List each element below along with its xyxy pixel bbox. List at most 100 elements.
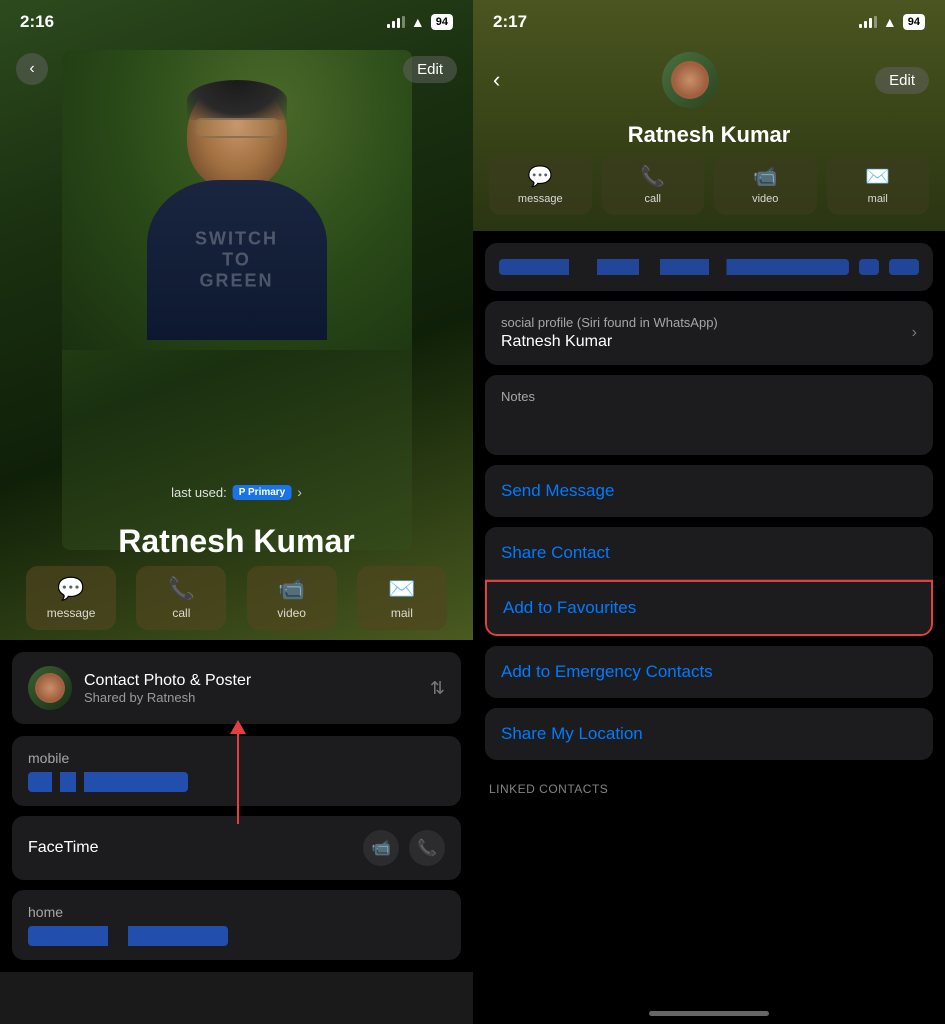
poster-avatar-image xyxy=(35,673,65,703)
right-wifi-icon: ▲ xyxy=(883,14,897,30)
hero-message-button[interactable]: 💬 message xyxy=(26,566,116,630)
right-edit-button[interactable]: Edit xyxy=(875,67,929,94)
arrow-line xyxy=(237,734,239,824)
send-message-text: Send Message xyxy=(501,481,614,500)
hero-call-button[interactable]: 📞 call xyxy=(136,566,226,630)
right-back-button[interactable]: ‹ xyxy=(489,63,504,97)
share-favourites-section: Share Contact Add to Favourites xyxy=(485,527,933,636)
poster-arrow-icon: ⇅ xyxy=(430,678,445,699)
left-battery: 94 xyxy=(431,14,453,30)
facetime-row: FaceTime 📹 📞 xyxy=(12,816,461,880)
right-call-button[interactable]: 📞 call xyxy=(602,154,705,215)
right-message-label: message xyxy=(518,193,563,205)
right-message-icon: 💬 xyxy=(528,164,553,189)
facetime-icons: 📹 📞 xyxy=(363,830,445,866)
social-profile-row[interactable]: social profile (Siri found in WhatsApp) … xyxy=(485,301,933,365)
home-indicator xyxy=(649,1011,769,1016)
hero-contact-name: Ratnesh Kumar xyxy=(0,523,473,560)
home-value-blur xyxy=(28,926,228,946)
hero-message-label: message xyxy=(47,606,96,620)
hero-message-icon: 💬 xyxy=(57,576,84,602)
left-signal xyxy=(387,16,405,28)
left-edit-button[interactable]: Edit xyxy=(403,56,457,83)
share-location-text: Share My Location xyxy=(501,724,643,743)
hero-call-label: call xyxy=(172,606,190,620)
right-mail-icon: ✉️ xyxy=(865,164,890,189)
person-head xyxy=(187,80,287,190)
send-message-section: Send Message xyxy=(485,465,933,517)
poster-text: Contact Photo & Poster Shared by Ratnesh xyxy=(84,672,251,705)
hero-action-buttons: 💬 message 📞 call 📹 video ✉️ mail xyxy=(0,566,473,630)
signal-bar-r1 xyxy=(859,24,862,28)
hero-video-label: video xyxy=(277,606,306,620)
facetime-video-button[interactable]: 📹 xyxy=(363,830,399,866)
signal-bar-4 xyxy=(402,16,405,28)
share-contact-row[interactable]: Share Contact xyxy=(485,527,933,579)
facetime-call-button[interactable]: 📞 xyxy=(409,830,445,866)
home-field[interactable]: home xyxy=(12,890,461,960)
arrow-annotation xyxy=(230,720,246,824)
hero-call-icon: 📞 xyxy=(168,576,195,602)
add-to-favourites-text: Add to Favourites xyxy=(503,598,636,617)
right-header: 2:17 ▲ 94 ‹ Edit Ratnesh Kumar xyxy=(473,0,945,231)
hero-video-button[interactable]: 📹 video xyxy=(247,566,337,630)
share-location-row[interactable]: Share My Location xyxy=(485,708,933,760)
right-action-buttons: 💬 message 📞 call 📹 video ✉️ mail xyxy=(473,154,945,215)
contact-hero: SWITCHTOGREEN 2:16 ▲ 94 ‹ xyxy=(0,0,473,640)
social-profile-text: social profile (Siri found in WhatsApp) … xyxy=(501,315,718,351)
hero-mail-icon: ✉️ xyxy=(388,576,415,602)
right-video-button[interactable]: 📹 video xyxy=(714,154,817,215)
right-time: 2:17 xyxy=(493,12,527,32)
right-panel: 2:17 ▲ 94 ‹ Edit Ratnesh Kumar xyxy=(473,0,945,1024)
add-to-emergency-row[interactable]: Add to Emergency Contacts xyxy=(485,646,933,698)
share-location-section: Share My Location xyxy=(485,708,933,760)
hero-video-icon: 📹 xyxy=(278,576,305,602)
social-profile-title: social profile (Siri found in WhatsApp) xyxy=(501,315,718,330)
left-status-icons: ▲ 94 xyxy=(387,14,453,30)
left-wifi-icon: ▲ xyxy=(411,14,425,30)
blurred-phone-row xyxy=(485,243,933,291)
signal-bar-r4 xyxy=(874,16,877,28)
right-avatar-image xyxy=(671,61,709,99)
right-message-button[interactable]: 💬 message xyxy=(489,154,592,215)
phone-blur-1 xyxy=(499,259,849,275)
contact-poster-row[interactable]: Contact Photo & Poster Shared by Ratnesh… xyxy=(12,652,461,724)
social-profile-value: Ratnesh Kumar xyxy=(501,333,718,351)
last-used-badge: last used: P Primary › xyxy=(171,484,302,500)
add-to-emergency-text: Add to Emergency Contacts xyxy=(501,662,713,681)
signal-bar-3 xyxy=(397,18,400,28)
hero-mail-button[interactable]: ✉️ mail xyxy=(357,566,447,630)
notes-label: Notes xyxy=(501,389,917,404)
facetime-label: FaceTime xyxy=(28,839,99,857)
notes-row[interactable]: Notes xyxy=(485,375,933,455)
poster-title: Contact Photo & Poster xyxy=(84,672,251,690)
right-mail-label: mail xyxy=(868,193,888,205)
right-avatar xyxy=(662,52,718,108)
right-video-label: video xyxy=(752,193,778,205)
signal-bar-2 xyxy=(392,21,395,28)
home-label: home xyxy=(28,904,445,920)
right-signal xyxy=(859,16,877,28)
signal-bar-r3 xyxy=(869,18,872,28)
left-status-bar: 2:16 ▲ 94 xyxy=(0,0,473,44)
right-call-icon: 📞 xyxy=(640,164,665,189)
right-nav: ‹ Edit xyxy=(473,44,945,116)
right-battery: 94 xyxy=(903,14,925,30)
social-profile-chevron-icon: › xyxy=(912,324,917,342)
primary-badge: P Primary xyxy=(233,485,292,500)
signal-bar-r2 xyxy=(864,21,867,28)
right-video-icon: 📹 xyxy=(753,164,778,189)
phone-blur-3 xyxy=(889,259,919,275)
right-mail-button[interactable]: ✉️ mail xyxy=(827,154,930,215)
poster-left: Contact Photo & Poster Shared by Ratnesh xyxy=(28,666,251,710)
add-to-favourites-row[interactable]: Add to Favourites xyxy=(485,580,933,636)
left-back-button[interactable]: ‹ xyxy=(16,53,48,85)
mobile-value-blur xyxy=(28,772,188,792)
right-status-icons: ▲ 94 xyxy=(859,14,925,30)
left-nav-bar: ‹ Edit xyxy=(0,44,473,94)
right-call-label: call xyxy=(644,193,661,205)
right-status-bar: 2:17 ▲ 94 xyxy=(473,0,945,44)
hero-background: SWITCHTOGREEN xyxy=(62,50,412,550)
phone-blur-2 xyxy=(859,259,879,275)
send-message-row[interactable]: Send Message xyxy=(485,465,933,517)
